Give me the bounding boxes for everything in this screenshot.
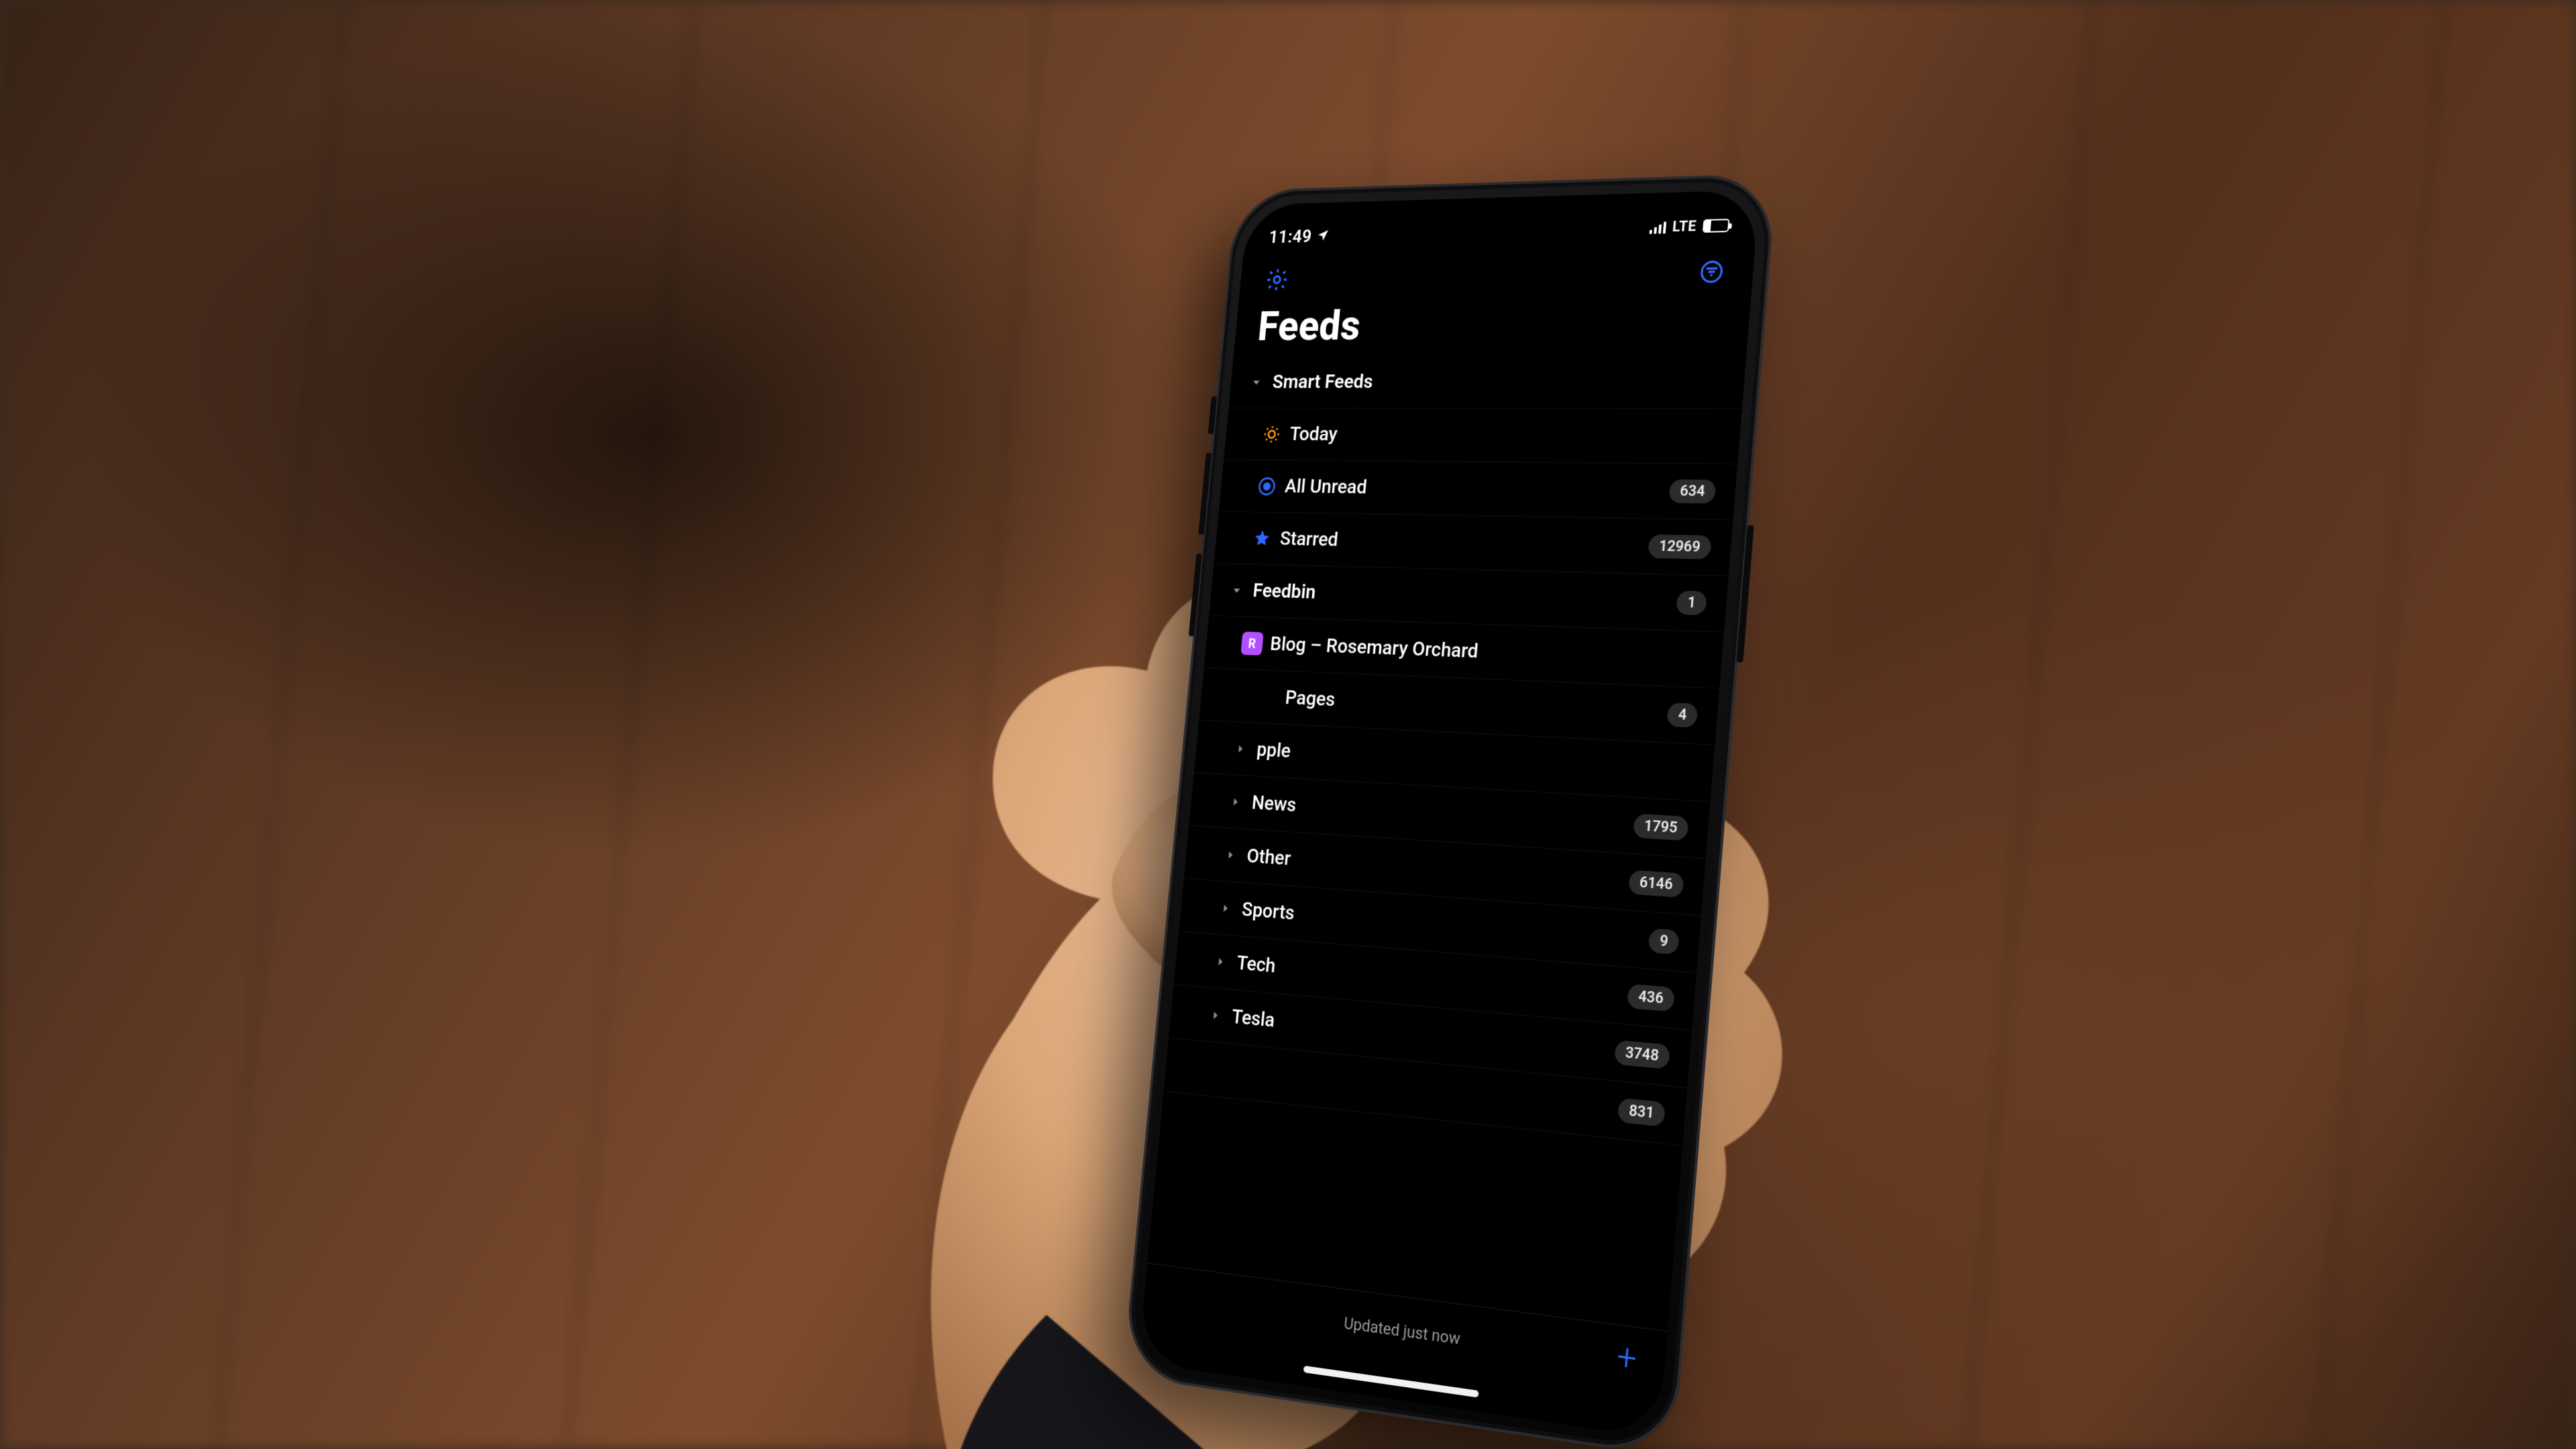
feed-label: Today bbox=[1285, 423, 1721, 447]
unread-badge: 634 bbox=[1668, 480, 1716, 504]
feed-all-unread[interactable]: All Unread 634 bbox=[1219, 460, 1737, 521]
feed-label: Starred bbox=[1275, 527, 1650, 558]
signal-icon bbox=[1650, 220, 1667, 233]
chevron-right-icon bbox=[1202, 1007, 1229, 1024]
chevron-down-icon bbox=[1224, 583, 1250, 598]
unread-icon bbox=[1251, 475, 1282, 497]
status-carrier: LTE bbox=[1672, 218, 1697, 235]
filter-icon bbox=[1697, 258, 1725, 286]
gear-icon bbox=[1265, 267, 1290, 292]
section-label: Smart Feeds bbox=[1268, 369, 1725, 393]
feed-label: pple bbox=[1252, 738, 1694, 784]
unread-badge: 1795 bbox=[1633, 814, 1689, 841]
section-label: Feedbin bbox=[1248, 579, 1678, 614]
unread-badge: 831 bbox=[1617, 1097, 1666, 1126]
unread-badge: 1 bbox=[1676, 590, 1707, 615]
chevron-right-icon bbox=[1227, 741, 1254, 756]
chevron-right-icon bbox=[1222, 794, 1249, 810]
today-icon bbox=[1256, 423, 1287, 445]
unread-badge: 12969 bbox=[1648, 535, 1712, 559]
spacer bbox=[1252, 696, 1282, 698]
settings-button[interactable] bbox=[1261, 264, 1293, 296]
phone-frame: 11:49 LTE Feeds bbox=[1122, 173, 1777, 1449]
chevron-right-icon bbox=[1217, 847, 1244, 863]
favicon-icon: R bbox=[1236, 631, 1268, 655]
battery-icon bbox=[1703, 219, 1730, 233]
location-icon bbox=[1316, 228, 1330, 242]
unread-badge: 3748 bbox=[1614, 1040, 1670, 1069]
phone-screen: 11:49 LTE Feeds bbox=[1138, 190, 1760, 1438]
unread-badge: 6146 bbox=[1628, 870, 1684, 898]
chevron-right-icon bbox=[1207, 953, 1234, 970]
unread-badge: 9 bbox=[1648, 928, 1680, 955]
notch bbox=[1401, 195, 1588, 233]
feed-today[interactable]: Today bbox=[1224, 409, 1742, 465]
feed-label: Blog – Rosemary Orchard bbox=[1266, 633, 1703, 672]
feed-label: News bbox=[1247, 791, 1634, 837]
spacer bbox=[1169, 1296, 1199, 1300]
feed-label bbox=[1224, 1070, 1619, 1110]
add-feed-button[interactable]: + bbox=[1615, 1338, 1638, 1378]
unread-badge: 436 bbox=[1627, 983, 1675, 1012]
status-time: 11:49 bbox=[1268, 225, 1313, 247]
section-smart-feeds[interactable]: Smart Feeds bbox=[1228, 354, 1746, 409]
feed-label: Pages bbox=[1281, 686, 1668, 727]
feed-label: All Unread bbox=[1281, 475, 1671, 503]
spacer bbox=[1197, 1067, 1223, 1070]
star-icon bbox=[1246, 527, 1277, 549]
chevron-right-icon bbox=[1212, 900, 1239, 916]
filter-button[interactable] bbox=[1694, 255, 1729, 289]
chevron-down-icon bbox=[1243, 375, 1270, 389]
feeds-list[interactable]: Smart Feeds Today All Unread 634 bbox=[1147, 354, 1746, 1331]
page-title: Feeds bbox=[1234, 294, 1752, 357]
unread-badge: 4 bbox=[1667, 702, 1699, 728]
